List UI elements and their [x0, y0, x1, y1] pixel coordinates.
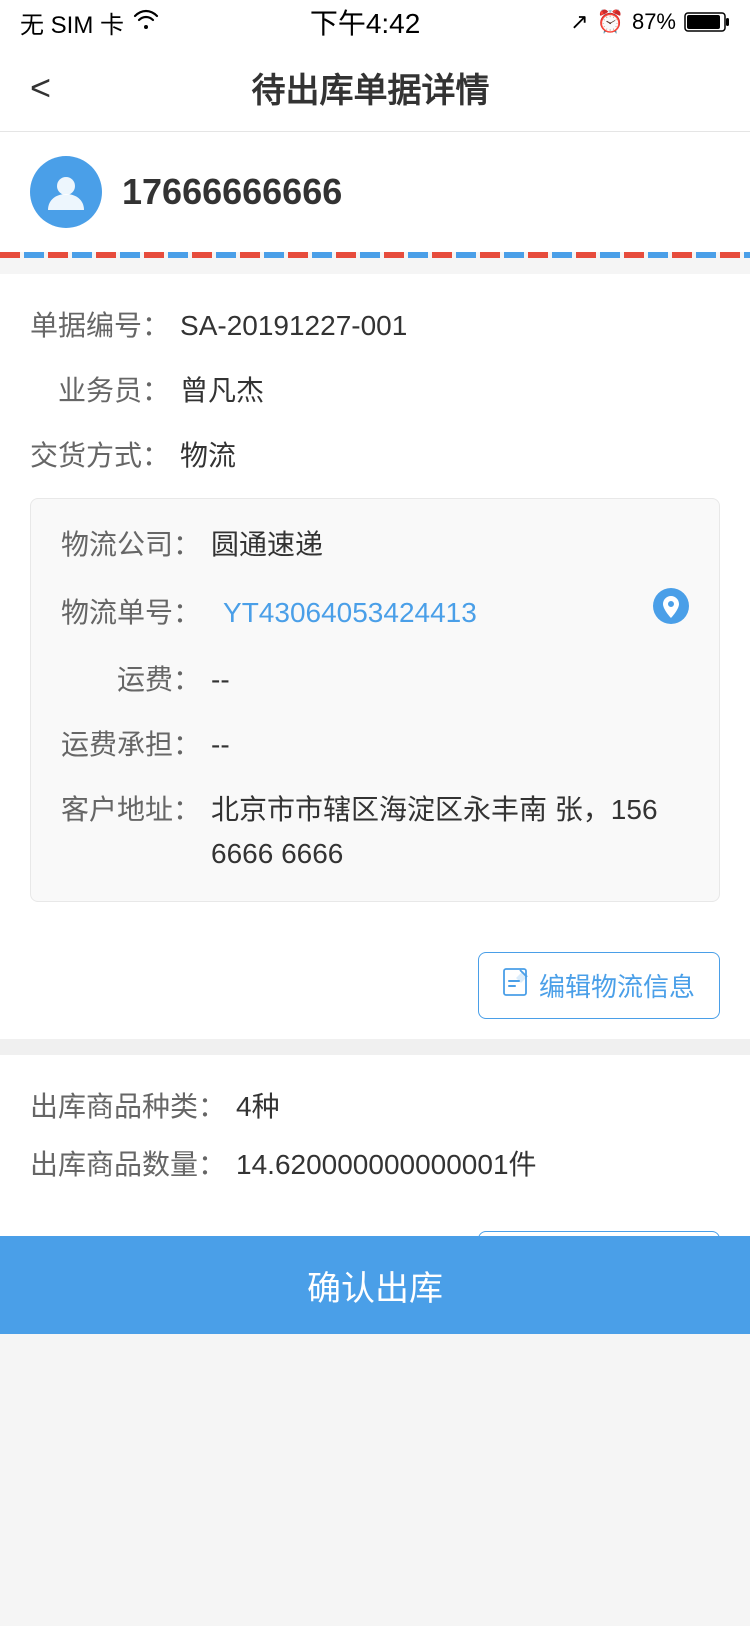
salesman-row: 业务员： 曾凡杰	[30, 369, 720, 414]
freight-bear-value: --	[211, 723, 689, 768]
logistics-card: 物流公司： 圆通速递 物流单号： YT43064053424413 运费： --…	[30, 498, 720, 902]
address-row: 客户地址： 北京市市辖区海淀区永丰南 张，156 6666 6666	[61, 788, 689, 878]
freight-label: 运费：	[61, 658, 201, 703]
order-no-label: 单据编号：	[30, 304, 170, 349]
status-time: 下午4:42	[310, 2, 421, 42]
back-button[interactable]: <	[30, 67, 51, 109]
location-status-icon: ↗	[570, 9, 588, 35]
edit-logistics-button[interactable]: 编辑物流信息	[478, 952, 720, 1019]
freight-value: --	[211, 658, 689, 703]
freight-row: 运费： --	[61, 658, 689, 703]
customer-phone: 17666666666	[122, 171, 342, 213]
carrier-text: 无 SIM 卡	[20, 5, 124, 40]
delivery-row: 交货方式： 物流	[30, 434, 720, 479]
logistics-company-value: 圆通速递	[211, 523, 689, 568]
edit-icon	[503, 968, 531, 1003]
edit-logistics-label: 编辑物流信息	[539, 967, 695, 1004]
freight-bear-label: 运费承担：	[61, 723, 201, 768]
address-value: 北京市市辖区海淀区永丰南 张，156 6666 6666	[211, 788, 689, 878]
battery-text: 87%	[632, 9, 676, 35]
location-pin-icon[interactable]	[653, 588, 689, 638]
logistics-company-row: 物流公司： 圆通速递	[61, 523, 689, 568]
customer-header: 17666666666	[0, 132, 750, 252]
address-label: 客户地址：	[61, 788, 201, 833]
goods-type-value: 4种	[236, 1085, 280, 1125]
status-right: ↗ ⏰ 87%	[570, 9, 730, 35]
tracking-no-row: 物流单号： YT43064053424413	[61, 588, 689, 638]
order-info-section: 单据编号： SA-20191227-001 业务员： 曾凡杰 交货方式： 物流 …	[0, 274, 750, 932]
logistics-company-label: 物流公司：	[61, 523, 201, 568]
goods-type-label: 出库商品种类：	[30, 1085, 226, 1125]
freight-bear-row: 运费承担： --	[61, 723, 689, 768]
goods-quantity-label: 出库商品数量：	[30, 1143, 226, 1183]
salesman-label: 业务员：	[30, 369, 170, 414]
battery-icon	[684, 11, 730, 33]
wifi-icon	[132, 9, 160, 35]
edit-btn-row: 编辑物流信息	[0, 932, 750, 1039]
goods-quantity-row: 出库商品数量： 14.620000000000001件	[30, 1143, 720, 1183]
empty-space	[0, 1328, 750, 1528]
order-no-row: 单据编号： SA-20191227-001	[30, 304, 720, 349]
delivery-value: 物流	[180, 434, 720, 479]
goods-type-row: 出库商品种类： 4种	[30, 1085, 720, 1125]
confirm-bar[interactable]: 确认出库	[0, 1236, 750, 1334]
alarm-icon: ⏰	[597, 9, 624, 35]
status-left: 无 SIM 卡	[20, 5, 160, 40]
main-content: 无 SIM 卡 下午4:42 ↗ ⏰ 87%	[0, 0, 750, 1626]
dashed-divider	[0, 252, 750, 258]
avatar	[30, 156, 102, 228]
page-title: 待出库单据详情	[71, 63, 670, 112]
order-no-value: SA-20191227-001	[180, 304, 720, 349]
section-divider-1	[0, 1039, 750, 1055]
salesman-value: 曾凡杰	[180, 369, 720, 414]
status-bar: 无 SIM 卡 下午4:42 ↗ ⏰ 87%	[0, 0, 750, 44]
tracking-no-value: YT43064053424413	[223, 591, 631, 636]
tracking-no-label: 物流单号：	[61, 591, 201, 636]
confirm-button-label: 确认出库	[307, 1261, 443, 1310]
goods-section: 出库商品种类： 4种 出库商品数量： 14.620000000000001件	[0, 1055, 750, 1221]
delivery-label: 交货方式：	[30, 434, 170, 479]
goods-quantity-value: 14.620000000000001件	[236, 1143, 537, 1183]
nav-bar: < 待出库单据详情	[0, 44, 750, 132]
